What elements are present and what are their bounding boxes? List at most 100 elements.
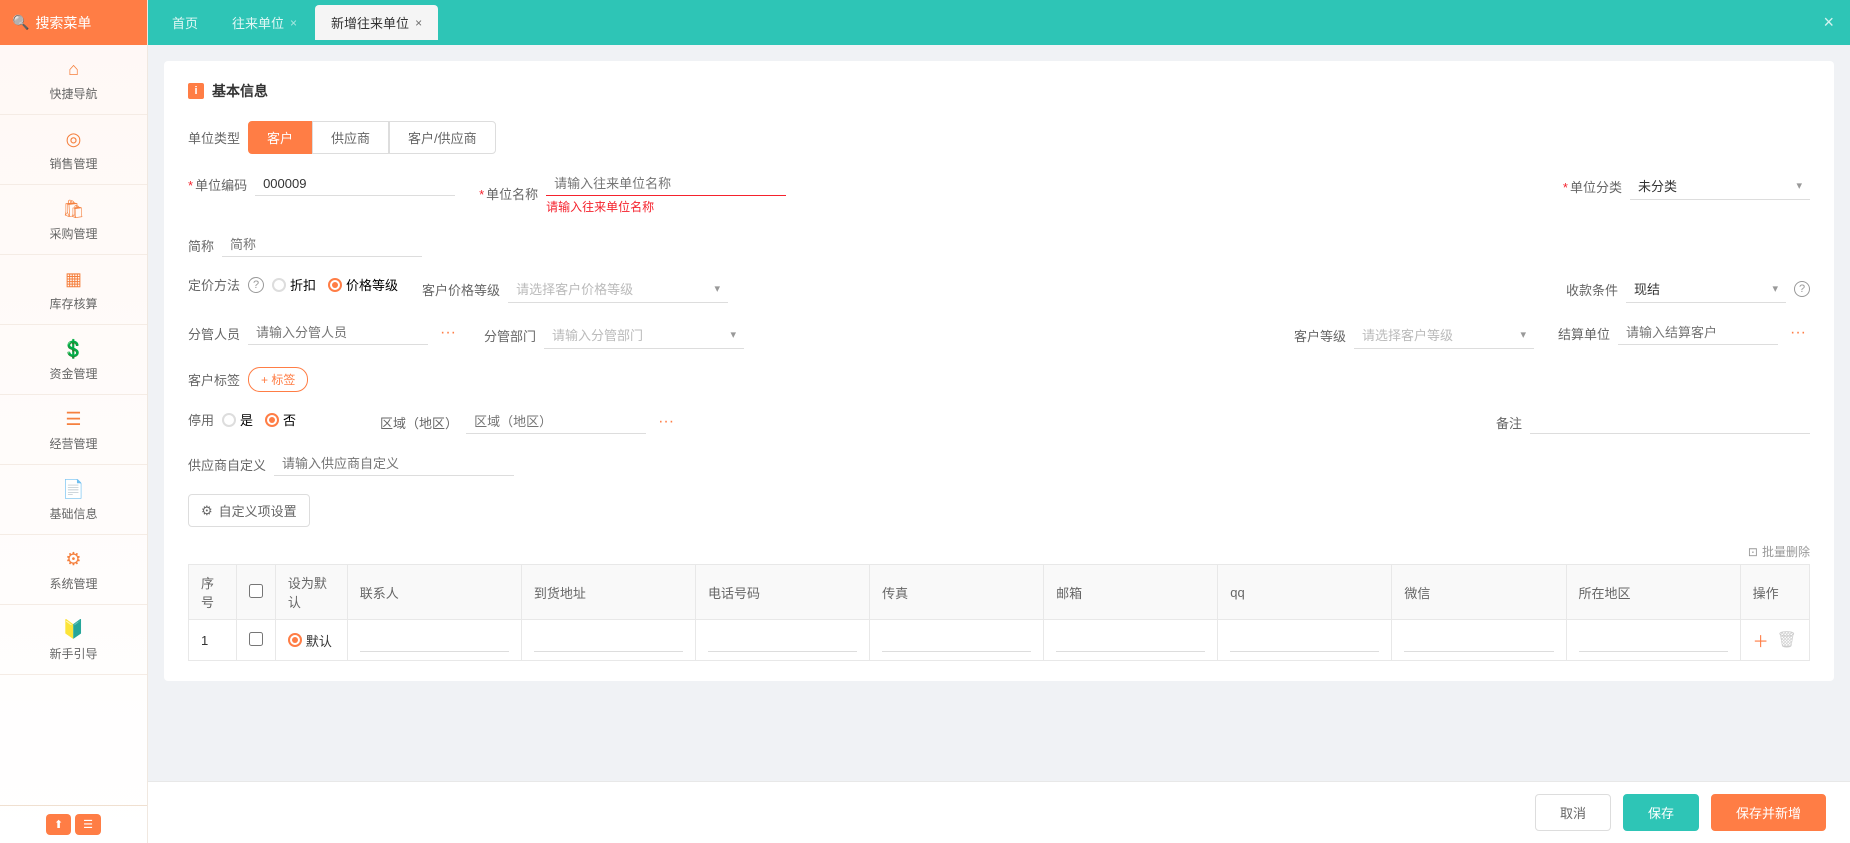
disabled-no-option[interactable]: 否 <box>265 410 296 429</box>
tab-home-label: 首页 <box>172 13 198 32</box>
sidebar-bottom-btn2[interactable]: ☰ <box>75 814 101 835</box>
custom-settings-button[interactable]: ⚙ 自定义项设置 <box>188 494 310 527</box>
settlement-input[interactable] <box>1618 321 1778 345</box>
manager-label: 分管人员 <box>188 324 240 343</box>
manager-dots-btn[interactable]: ··· <box>436 324 460 342</box>
save-and-new-button[interactable]: 保存并新增 <box>1711 794 1826 831</box>
tab-home[interactable]: 首页 <box>156 5 214 40</box>
disabled-group: 停用 是 否 <box>188 410 296 429</box>
fax-input[interactable] <box>882 628 1031 652</box>
tab-contacts-close[interactable]: × <box>290 16 297 30</box>
sidebar-item-inventory[interactable]: ▦ 库存核算 <box>0 255 147 325</box>
save-button[interactable]: 保存 <box>1623 794 1699 831</box>
finance-icon: 💲 <box>62 337 86 361</box>
disabled-yes-option[interactable]: 是 <box>222 410 253 429</box>
tab-contacts[interactable]: 往来单位 × <box>216 5 313 40</box>
add-tag-button[interactable]: + 标签 <box>248 367 308 392</box>
delete-row-button[interactable]: 🗑 <box>1777 630 1797 650</box>
row-checkbox[interactable] <box>249 632 263 646</box>
customer-price-select[interactable]: 请选择客户价格等级 ▾ <box>508 275 728 303</box>
supplier-custom-input[interactable] <box>274 452 514 476</box>
pricing-level-radio[interactable] <box>328 278 342 292</box>
sidebar-item-operations[interactable]: ☰ 经营管理 <box>0 395 147 465</box>
sidebar-item-label: 新手引导 <box>49 645 97 662</box>
sidebar-item-guide[interactable]: 🔰 新手引导 <box>0 605 147 675</box>
sidebar-item-finance[interactable]: 💲 资金管理 <box>0 325 147 395</box>
tab-new-contact-close[interactable]: × <box>415 16 422 30</box>
notes-input[interactable] <box>1530 410 1810 434</box>
wechat-input[interactable] <box>1404 628 1553 652</box>
default-radio[interactable] <box>288 633 302 647</box>
disabled-yes-radio[interactable] <box>222 413 236 427</box>
contacts-table: 序号 设为默认 联系人 到货地址 电话号码 传真 邮箱 qq 微信 所在地区 操… <box>188 564 1810 661</box>
email-input[interactable] <box>1056 628 1205 652</box>
tabbar-close-btn[interactable]: × <box>1815 12 1842 33</box>
cell-region[interactable] <box>1566 620 1740 661</box>
cell-wechat[interactable] <box>1392 620 1566 661</box>
default-radio-option[interactable]: 默认 <box>288 631 332 650</box>
cell-email[interactable] <box>1044 620 1218 661</box>
sidebar-search[interactable]: 🔍 搜索菜单 <box>0 0 147 45</box>
customer-level-select[interactable]: 请选择客户等级 ▾ <box>1354 321 1534 349</box>
pricing-level-option[interactable]: 价格等级 <box>328 275 398 294</box>
cell-fax[interactable] <box>870 620 1044 661</box>
department-group: 分管部门 请输入分管部门 ▾ <box>484 321 1270 349</box>
table-body: 1 默认 <box>189 620 1810 661</box>
department-select[interactable]: 请输入分管部门 ▾ <box>544 321 744 349</box>
unit-code-group: *单位编码 <box>188 172 455 196</box>
col-address: 到货地址 <box>521 565 695 620</box>
short-name-input[interactable] <box>222 233 422 257</box>
sidebar: 🔍 搜索菜单 ⌂ 快捷导航 ◎ 销售管理 🛍 采购管理 ▦ 库存核算 💲 资金管… <box>0 0 148 843</box>
col-contact: 联系人 <box>347 565 521 620</box>
type-btn-customer[interactable]: 客户 <box>248 121 312 154</box>
unit-category-select[interactable]: 未分类 ▾ <box>1630 172 1810 200</box>
region-dots-btn[interactable]: ··· <box>654 413 678 431</box>
unit-name-error: 请输入往来单位名称 <box>546 198 786 215</box>
sidebar-item-sales[interactable]: ◎ 销售管理 <box>0 115 147 185</box>
type-btn-supplier[interactable]: 供应商 <box>312 121 389 154</box>
qq-input[interactable] <box>1230 628 1379 652</box>
type-btn-both[interactable]: 客户/供应商 <box>389 121 496 154</box>
pricing-help-icon[interactable]: ? <box>248 277 264 293</box>
sidebar-item-quick-nav[interactable]: ⌂ 快捷导航 <box>0 45 147 115</box>
table-header-row: 序号 设为默认 联系人 到货地址 电话号码 传真 邮箱 qq 微信 所在地区 操… <box>189 565 1810 620</box>
cell-address[interactable] <box>521 620 695 661</box>
contact-input[interactable] <box>360 628 509 652</box>
address-input[interactable] <box>534 628 683 652</box>
add-row-button[interactable]: ＋ <box>1753 628 1769 652</box>
home-icon: ⌂ <box>62 57 86 81</box>
sidebar-item-system[interactable]: ⚙ 系统管理 <box>0 535 147 605</box>
col-default: 设为默认 <box>275 565 347 620</box>
region-input[interactable] <box>466 410 646 434</box>
settlement-dots-btn[interactable]: ··· <box>1786 324 1810 342</box>
pricing-discount-radio[interactable] <box>272 278 286 292</box>
cell-contact[interactable] <box>347 620 521 661</box>
sidebar-bottom-btn1[interactable]: ⬆ <box>46 814 71 835</box>
cell-phone[interactable] <box>695 620 869 661</box>
payment-terms-select[interactable]: 现结 ▾ <box>1626 275 1786 303</box>
cell-region-input[interactable] <box>1579 628 1728 652</box>
col-email: 邮箱 <box>1044 565 1218 620</box>
manager-input[interactable] <box>248 321 428 345</box>
tab-new-contact[interactable]: 新增往来单位 × <box>315 5 438 40</box>
sidebar-item-basic[interactable]: 📄 基础信息 <box>0 465 147 535</box>
cell-checkbox <box>236 620 275 661</box>
default-radio-group: 默认 <box>288 631 335 650</box>
payment-terms-help-icon[interactable]: ? <box>1794 281 1810 297</box>
sidebar-item-purchase[interactable]: 🛍 采购管理 <box>0 185 147 255</box>
sidebar-bottom: ⬆ ☰ <box>0 805 147 843</box>
batch-delete-label[interactable]: 批量删除 <box>1762 543 1810 560</box>
unit-code-input[interactable] <box>255 172 455 196</box>
cancel-button[interactable]: 取消 <box>1535 794 1611 831</box>
inventory-icon: ▦ <box>62 267 86 291</box>
disabled-no-radio[interactable] <box>265 413 279 427</box>
unit-category-value: 未分类 <box>1638 176 1677 195</box>
manager-group: 分管人员 ··· <box>188 321 460 345</box>
unit-name-input[interactable] <box>546 172 786 196</box>
pricing-discount-option[interactable]: 折扣 <box>272 275 316 294</box>
phone-input[interactable] <box>708 628 857 652</box>
select-all-checkbox[interactable] <box>249 584 263 598</box>
sidebar-item-label: 销售管理 <box>49 155 97 172</box>
cell-qq[interactable] <box>1218 620 1392 661</box>
section-title-text: 基本信息 <box>212 81 268 101</box>
